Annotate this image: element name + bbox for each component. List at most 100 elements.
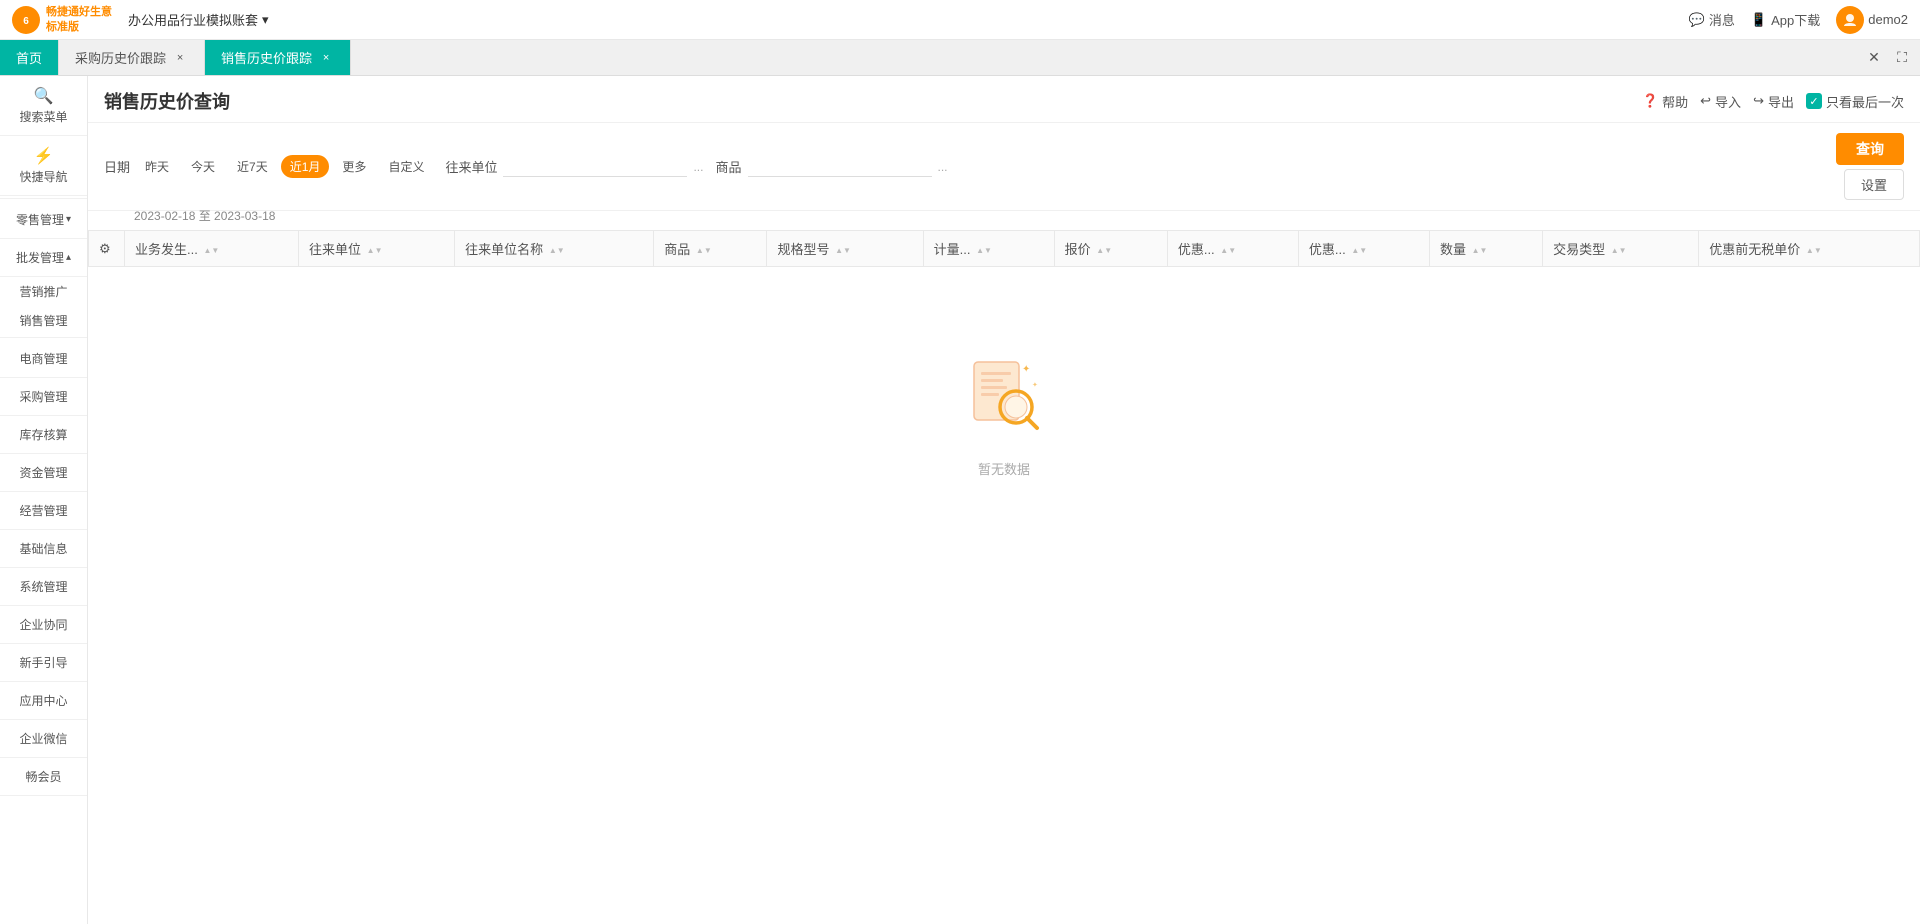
sidebar-item-label: 批发管理 [16,249,64,266]
sort-icons: ▲▼ [696,247,712,255]
sidebar-item-sales-mgmt[interactable]: 销售管理 [0,306,87,335]
help-button[interactable]: ❓ 帮助 [1642,92,1688,111]
tab-purchase-history[interactable]: 采购历史价跟踪 × [59,40,205,75]
export-button[interactable]: ↪ 导出 [1753,92,1794,111]
table-header-discount1[interactable]: 优惠... ▲▼ [1167,231,1298,267]
sidebar-item-app-center[interactable]: 应用中心 [0,682,87,720]
table-header-qty[interactable]: 数量 ▲▼ [1429,231,1542,267]
date-btn-yesterday[interactable]: 昨天 [136,155,178,178]
table-header-pretax-price[interactable]: 优惠前无税单价 ▲▼ [1699,231,1920,267]
table-header-partner-name[interactable]: 往来单位名称 ▲▼ [455,231,654,267]
only-last-checkbox-group[interactable]: ✓ 只看最后一次 [1806,92,1904,111]
table-container: ⚙ 业务发生... ▲▼ 往来单位 ▲▼ 往来单位名称 ▲▼ [88,230,1920,924]
goods-filter-group: 商品 ... [715,157,947,177]
top-header: 6 畅捷通好生意 标准版 办公用品行业模拟账套 ▾ 💬 消息 📱 App下载 d… [0,0,1920,40]
sidebar-item-operations-mgmt[interactable]: 经营管理 [0,492,87,530]
export-icon: ↪ [1753,93,1764,109]
setting-button[interactable]: 设置 [1844,169,1904,200]
sidebar-item-label: 搜索菜单 [19,108,67,125]
date-btn-today[interactable]: 今天 [182,155,224,178]
page-title: 销售历史价查询 [104,88,230,114]
table-header-biz-date[interactable]: 业务发生... ▲▼ [125,231,299,267]
date-range-text: 2023-02-18 至 2023-03-18 [134,209,275,223]
table-header-trade-type[interactable]: 交易类型 ▲▼ [1543,231,1699,267]
sidebar-item-retail-mgmt[interactable]: 零售管理 ▾ [0,201,87,239]
date-btn-more[interactable]: 更多 [333,155,375,178]
partner-ellipsis-button[interactable]: ... [693,160,703,174]
empty-text: 暂无数据 [978,459,1030,478]
sidebar-item-purchase-mgmt[interactable]: 采购管理 [0,378,87,416]
partner-filter-label: 往来单位 [445,157,497,176]
query-button[interactable]: 查询 [1836,133,1904,165]
sidebar-item-wholesale-mgmt[interactable]: 批发管理 ▴ [0,239,87,277]
user-profile[interactable]: demo2 [1836,6,1908,34]
only-last-checkbox[interactable]: ✓ [1806,93,1822,109]
partner-filter-group: 往来单位 ... [445,157,703,177]
sidebar-item-enterprise-wechat[interactable]: 企业微信 [0,720,87,758]
download-action[interactable]: 📱 App下载 [1751,10,1820,29]
app-selector[interactable]: 办公用品行业模拟账套 ▾ [120,10,277,29]
tab-home[interactable]: 首页 [0,40,59,75]
sidebar-item-finance-mgmt[interactable]: 资金管理 [0,454,87,492]
goods-input[interactable] [748,157,932,177]
table-header-partner-code[interactable]: 往来单位 ▲▼ [299,231,455,267]
partner-input[interactable] [503,157,687,177]
sidebar-item-quick-nav[interactable]: ⚡ 快捷导航 [0,136,87,196]
help-icon: ❓ [1642,93,1658,109]
sort-icons: ▲▼ [1472,247,1488,255]
page-header: 销售历史价查询 ❓ 帮助 ↩ 导入 ↪ 导出 ✓ 只看最后一次 [88,76,1920,123]
username-label: demo2 [1868,12,1908,27]
empty-state-icon: ✦ ✦ [954,347,1054,447]
sidebar-item-enterprise-agree[interactable]: 企业协同 [0,606,87,644]
table-header-spec[interactable]: 规格型号 ▲▼ [767,231,923,267]
sidebar-item-label: 企业微信 [19,730,67,747]
date-shortcuts: 昨天 今天 近7天 近1月 更多 自定义 [136,155,433,178]
content-area: 销售历史价查询 ❓ 帮助 ↩ 导入 ↪ 导出 ✓ 只看最后一次 [88,76,1920,924]
tab-sales-history[interactable]: 销售历史价跟踪 × [205,40,351,75]
sidebar-item-inventory-check[interactable]: 库存核算 [0,416,87,454]
sidebar-item-search-menu[interactable]: 🔍 搜索菜单 [0,76,87,136]
table-header-discount2[interactable]: 优惠... ▲▼ [1298,231,1429,267]
header-left: 6 畅捷通好生意 标准版 办公用品行业模拟账套 ▾ [12,5,277,34]
message-icon: 💬 [1689,12,1705,28]
sidebar-item-label: 电商管理 [19,350,67,367]
table-header-goods[interactable]: 商品 ▲▼ [654,231,767,267]
header-right: 💬 消息 📱 App下载 demo2 [1689,6,1908,34]
svg-text:6: 6 [23,16,29,27]
gear-icon[interactable]: ⚙ [99,241,111,256]
date-btn-1month[interactable]: 近1月 [281,155,330,178]
close-purchase-tab-icon[interactable]: × [172,50,188,66]
purchase-history-tab-label: 采购历史价跟踪 [75,48,166,67]
sidebar-item-label: 零售管理 [16,211,64,228]
filter-actions: 查询 设置 [1836,133,1904,200]
import-button[interactable]: ↩ 导入 [1700,92,1741,111]
date-btn-7days[interactable]: 近7天 [228,155,277,178]
sidebar-divider-1 [0,198,87,199]
table-header-unit[interactable]: 计量... ▲▼ [923,231,1054,267]
table-header-gear[interactable]: ⚙ [89,231,125,267]
import-label: 导入 [1715,92,1741,111]
tab-bar-actions: ✕ ⛶ [1856,40,1920,75]
sidebar-item-system-mgmt[interactable]: 系统管理 [0,568,87,606]
sidebar-item-vip-member[interactable]: 畅会员 [0,758,87,796]
sidebar-item-label: 应用中心 [19,692,67,709]
goods-filter-label: 商品 [715,157,741,176]
sidebar-item-ecommerce-mgmt[interactable]: 电商管理 [0,340,87,378]
table-header-quote[interactable]: 报价 ▲▼ [1054,231,1167,267]
sidebar-item-new-guide[interactable]: 新手引导 [0,644,87,682]
sidebar-item-marketing-promo[interactable]: 营销推广 [0,277,87,306]
message-action[interactable]: 💬 消息 [1689,10,1735,29]
svg-text:✦: ✦ [1022,364,1030,375]
logo-icon: 6 [12,6,40,34]
date-btn-custom[interactable]: 自定义 [379,155,433,178]
tab-bar: 首页 采购历史价跟踪 × 销售历史价跟踪 × ✕ ⛶ [0,40,1920,76]
help-label: 帮助 [1662,92,1688,111]
close-sales-tab-icon[interactable]: × [318,50,334,66]
fullscreen-button[interactable]: ⛶ [1892,48,1912,68]
close-all-tabs-button[interactable]: ✕ [1864,48,1884,68]
goods-ellipsis-button[interactable]: ... [938,160,948,174]
home-tab-label: 首页 [16,48,42,67]
sort-icons: ▲▼ [1611,247,1627,255]
sort-icons: ▲▼ [835,247,851,255]
sidebar-item-basic-info[interactable]: 基础信息 [0,530,87,568]
